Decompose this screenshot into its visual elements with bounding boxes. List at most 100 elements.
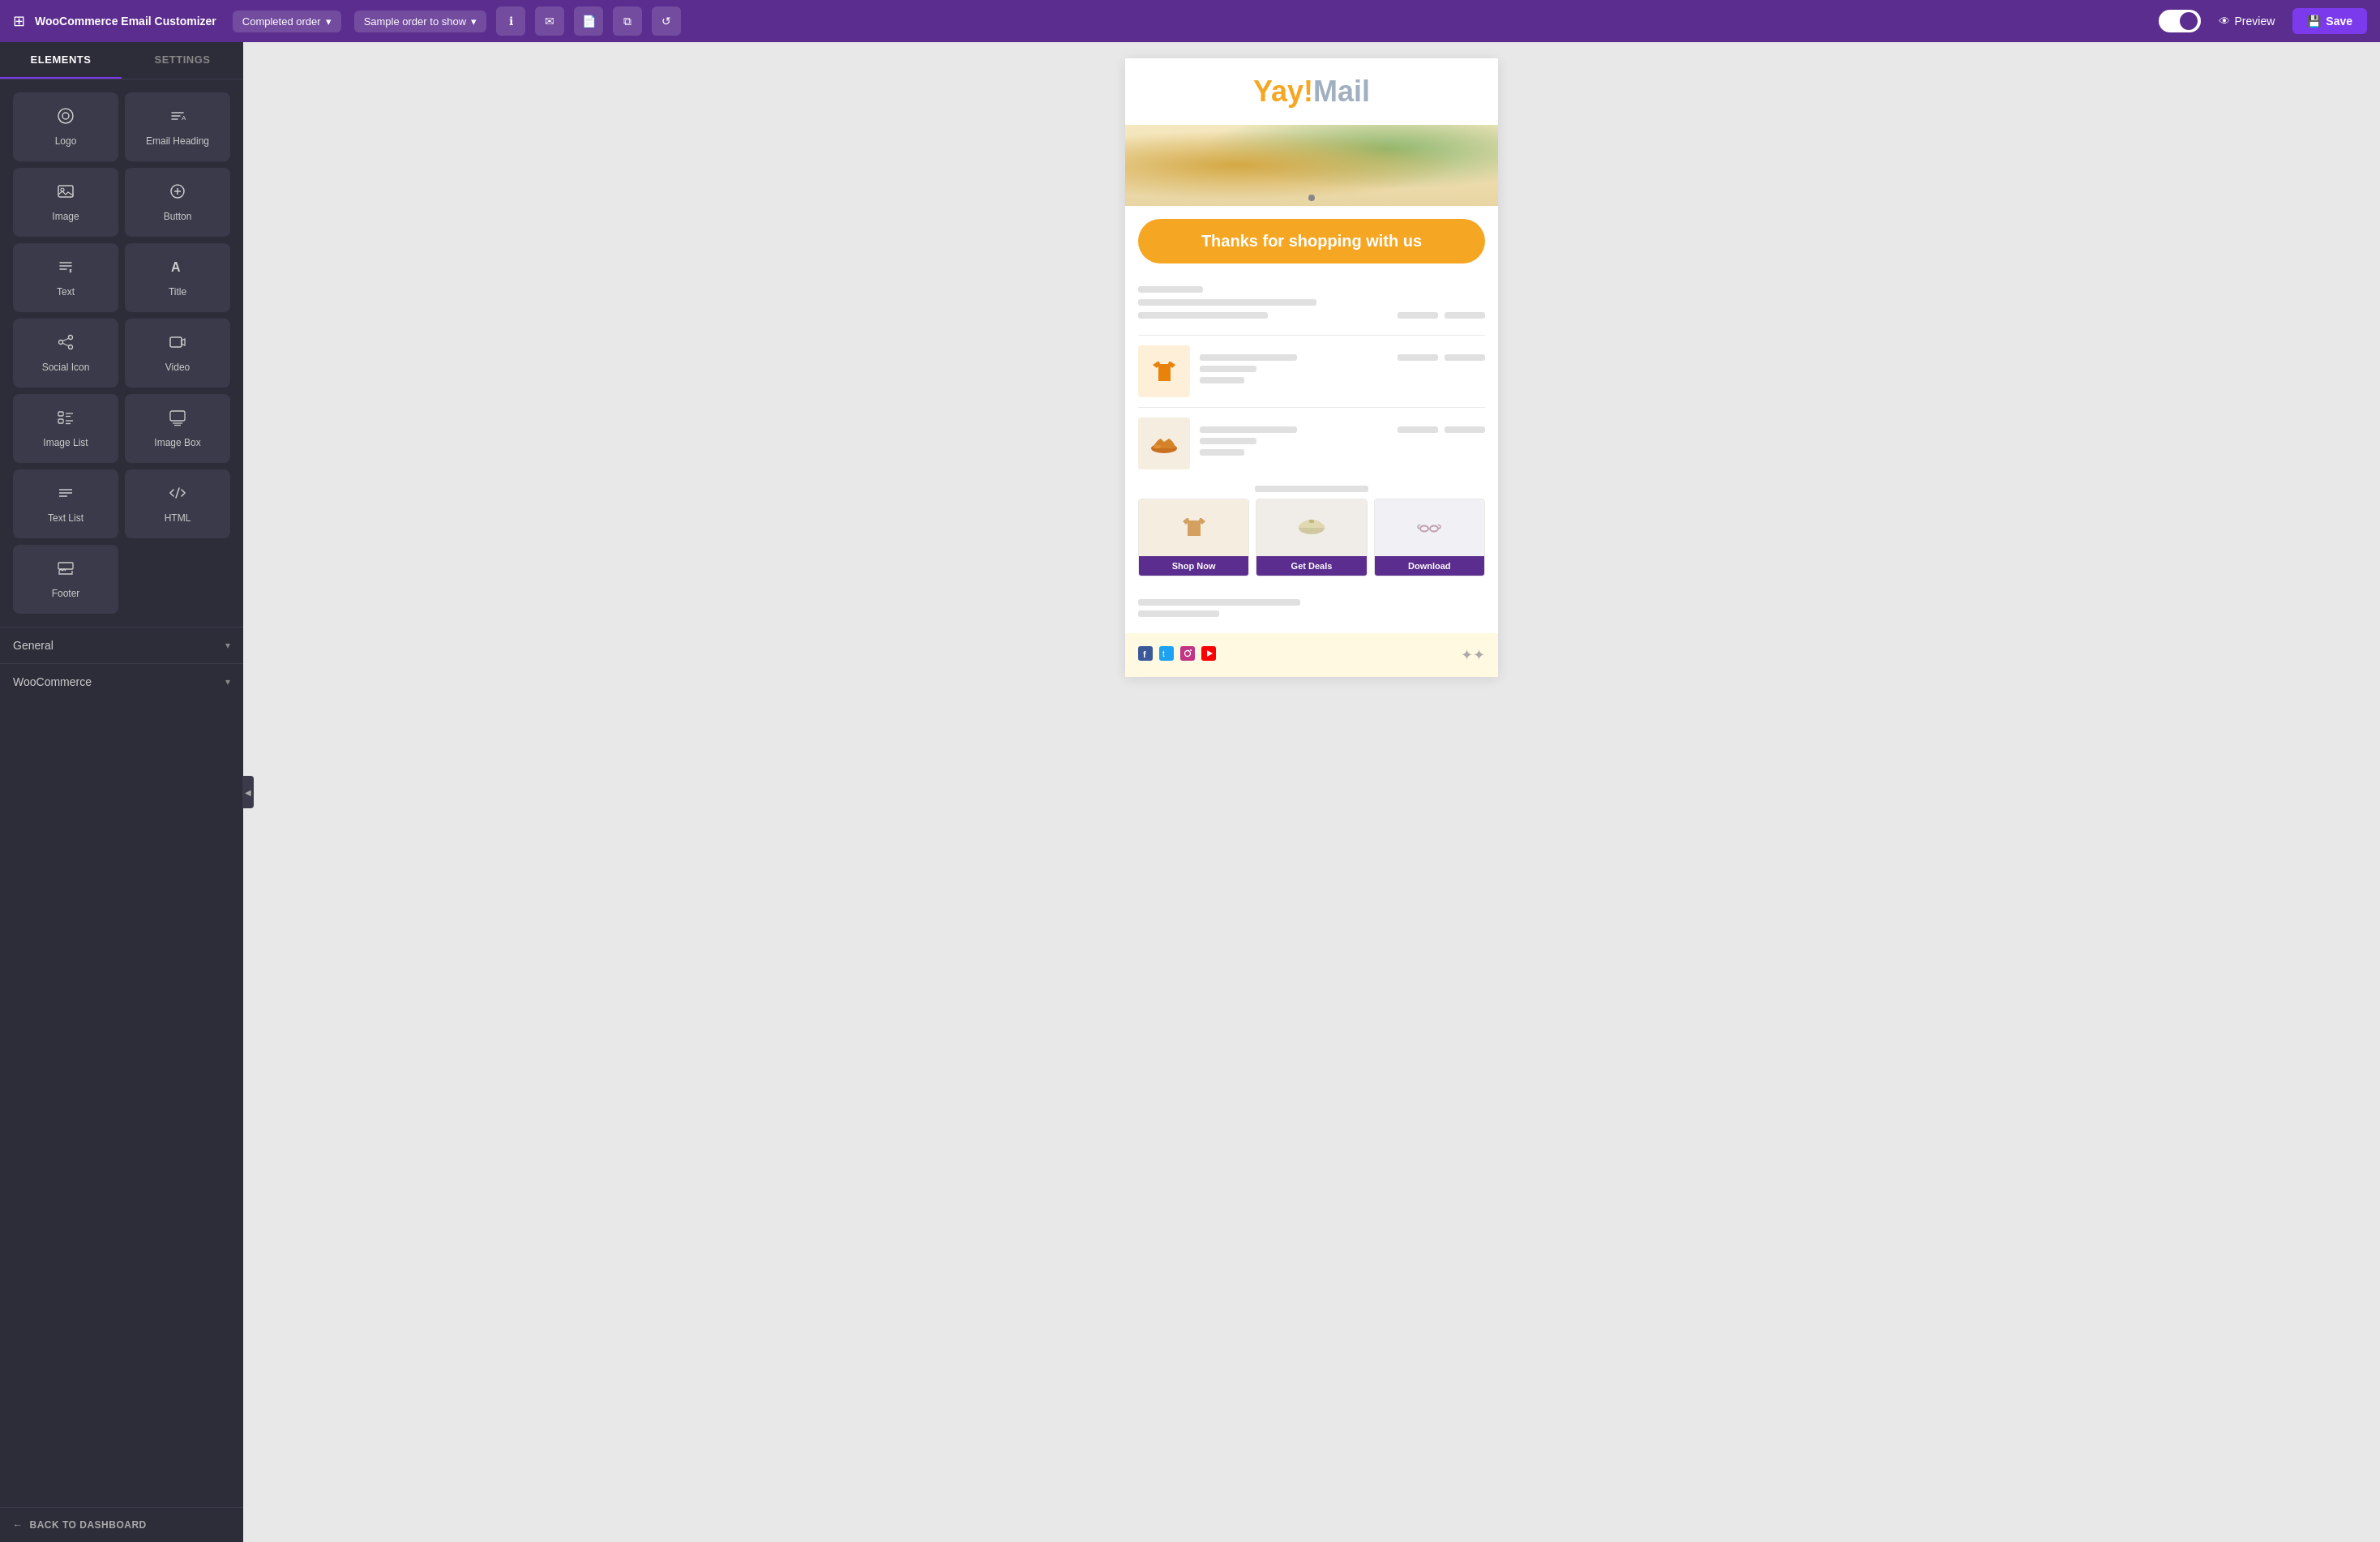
copy-button[interactable]: ⧉ [613, 6, 642, 36]
svg-text:A: A [171, 260, 181, 274]
svg-rect-14 [170, 337, 182, 347]
hero-image [1125, 125, 1498, 206]
order-item-2 [1125, 408, 1498, 479]
svg-point-33 [1430, 526, 1438, 532]
related-product-3: Download [1374, 499, 1485, 576]
chevron-down-icon: ▾ [326, 15, 332, 28]
collapse-handle[interactable]: ◀ [242, 776, 254, 808]
chevron-down-icon-2: ▾ [471, 15, 477, 28]
rp-img-1 [1139, 499, 1248, 556]
get-deals-button[interactable]: Get Deals [1256, 556, 1366, 576]
element-video[interactable]: Video [125, 319, 230, 388]
item-details-1 [1200, 354, 1485, 388]
tab-elements[interactable]: ELEMENTS [0, 42, 122, 79]
active-toggle[interactable] [2159, 10, 2201, 32]
text-list-icon [57, 484, 75, 506]
svg-rect-31 [1309, 520, 1314, 523]
svg-text:A: A [182, 114, 186, 122]
svg-line-12 [62, 338, 69, 341]
rp-img-3 [1375, 499, 1484, 556]
svg-rect-16 [58, 419, 63, 423]
facebook-icon: f [1138, 646, 1153, 664]
email-body-text [1125, 589, 1498, 633]
element-footer[interactable]: Footer [13, 545, 118, 614]
image-box-icon [169, 409, 186, 430]
app-title: WooCommerce Email Customizer [35, 15, 216, 28]
back-to-dashboard[interactable]: ← BACK TO DASHBOARD [0, 1507, 243, 1542]
svg-point-32 [1420, 526, 1428, 532]
related-product-2: Get Deals [1256, 499, 1367, 576]
element-image-box[interactable]: Image Box [125, 394, 230, 463]
carousel-dot [1308, 195, 1315, 201]
instagram-icon [1180, 646, 1195, 664]
element-image-list[interactable]: Image List [13, 394, 118, 463]
brand-yay: Yay! [1253, 75, 1313, 108]
email-button[interactable]: ✉ [535, 6, 564, 36]
refresh-button[interactable]: ↺ [652, 6, 681, 36]
brand-title: Yay!Mail [1253, 75, 1370, 108]
element-title[interactable]: A Title [125, 243, 230, 312]
email-heading-icon: A [169, 107, 186, 129]
completed-order-select[interactable]: Completed order ▾ [233, 11, 341, 32]
logo-icon [57, 107, 75, 129]
product-thumb-1 [1138, 345, 1190, 397]
email-footer: f t ✦✦ [1125, 633, 1498, 677]
section-woocommerce[interactable]: WooCommerce ▾ [0, 663, 243, 700]
related-product-1: Shop Now [1138, 499, 1249, 576]
sidebar-tabs: ELEMENTS SETTINGS [0, 42, 243, 79]
element-logo[interactable]: Logo [13, 92, 118, 161]
footer-icon [57, 559, 75, 581]
svg-point-29 [1154, 445, 1161, 448]
html-icon [169, 484, 186, 506]
order-info [1125, 276, 1498, 335]
eye-icon: 👁 [2219, 15, 2230, 28]
toggle-wrap [2159, 10, 2201, 32]
element-email-heading[interactable]: A Email Heading [125, 92, 230, 161]
svg-rect-21 [170, 411, 185, 421]
text-icon [57, 258, 75, 280]
yaymail-header: Yay!Mail [1125, 58, 1498, 125]
svg-rect-27 [58, 563, 73, 569]
svg-rect-3 [58, 186, 73, 197]
related-header [1125, 479, 1498, 499]
canvas: Yay!Mail Thanks for shopping with us [243, 42, 2380, 1542]
thanks-banner: Thanks for shopping with us [1138, 219, 1485, 263]
element-button[interactable]: Button [125, 168, 230, 237]
image-icon [57, 182, 75, 204]
download-button[interactable]: Download [1375, 556, 1484, 576]
svg-point-1 [62, 113, 69, 119]
completed-order-label: Completed order [242, 15, 321, 28]
video-icon [169, 333, 186, 355]
social-icon-icon [57, 333, 75, 355]
preview-button[interactable]: 👁 Preview [2211, 10, 2284, 32]
element-social-icon[interactable]: Social Icon [13, 319, 118, 388]
image-list-icon [57, 409, 75, 430]
grid-icon: ⊞ [13, 12, 25, 30]
shop-now-button[interactable]: Shop Now [1139, 556, 1248, 576]
element-html[interactable]: HTML [125, 469, 230, 538]
rp-img-2 [1256, 499, 1366, 556]
product-thumb-2 [1138, 418, 1190, 469]
element-image[interactable]: Image [13, 168, 118, 237]
info-button[interactable]: ℹ [496, 6, 525, 36]
save-icon: 💾 [2307, 15, 2321, 28]
social-icons: f t [1138, 646, 1216, 664]
svg-rect-15 [58, 412, 63, 416]
sample-order-select[interactable]: Sample order to show ▾ [354, 11, 486, 32]
tab-settings[interactable]: SETTINGS [122, 42, 243, 79]
sidebar: ELEMENTS SETTINGS Logo A Email Heading [0, 42, 243, 1542]
item-details-2 [1200, 426, 1485, 460]
save-button[interactable]: 💾 Save [2292, 8, 2367, 34]
svg-point-9 [59, 341, 63, 345]
file-button[interactable]: 📄 [574, 6, 603, 36]
section-general[interactable]: General ▾ [0, 627, 243, 663]
svg-rect-39 [1180, 646, 1195, 661]
element-text[interactable]: Text [13, 243, 118, 312]
svg-line-13 [62, 343, 69, 346]
element-text-list[interactable]: Text List [13, 469, 118, 538]
youtube-icon [1201, 646, 1216, 664]
svg-text:t: t [1162, 649, 1165, 658]
sample-order-label: Sample order to show [364, 15, 466, 28]
svg-point-10 [69, 336, 73, 340]
related-products: Shop Now Get Deals [1125, 499, 1498, 589]
